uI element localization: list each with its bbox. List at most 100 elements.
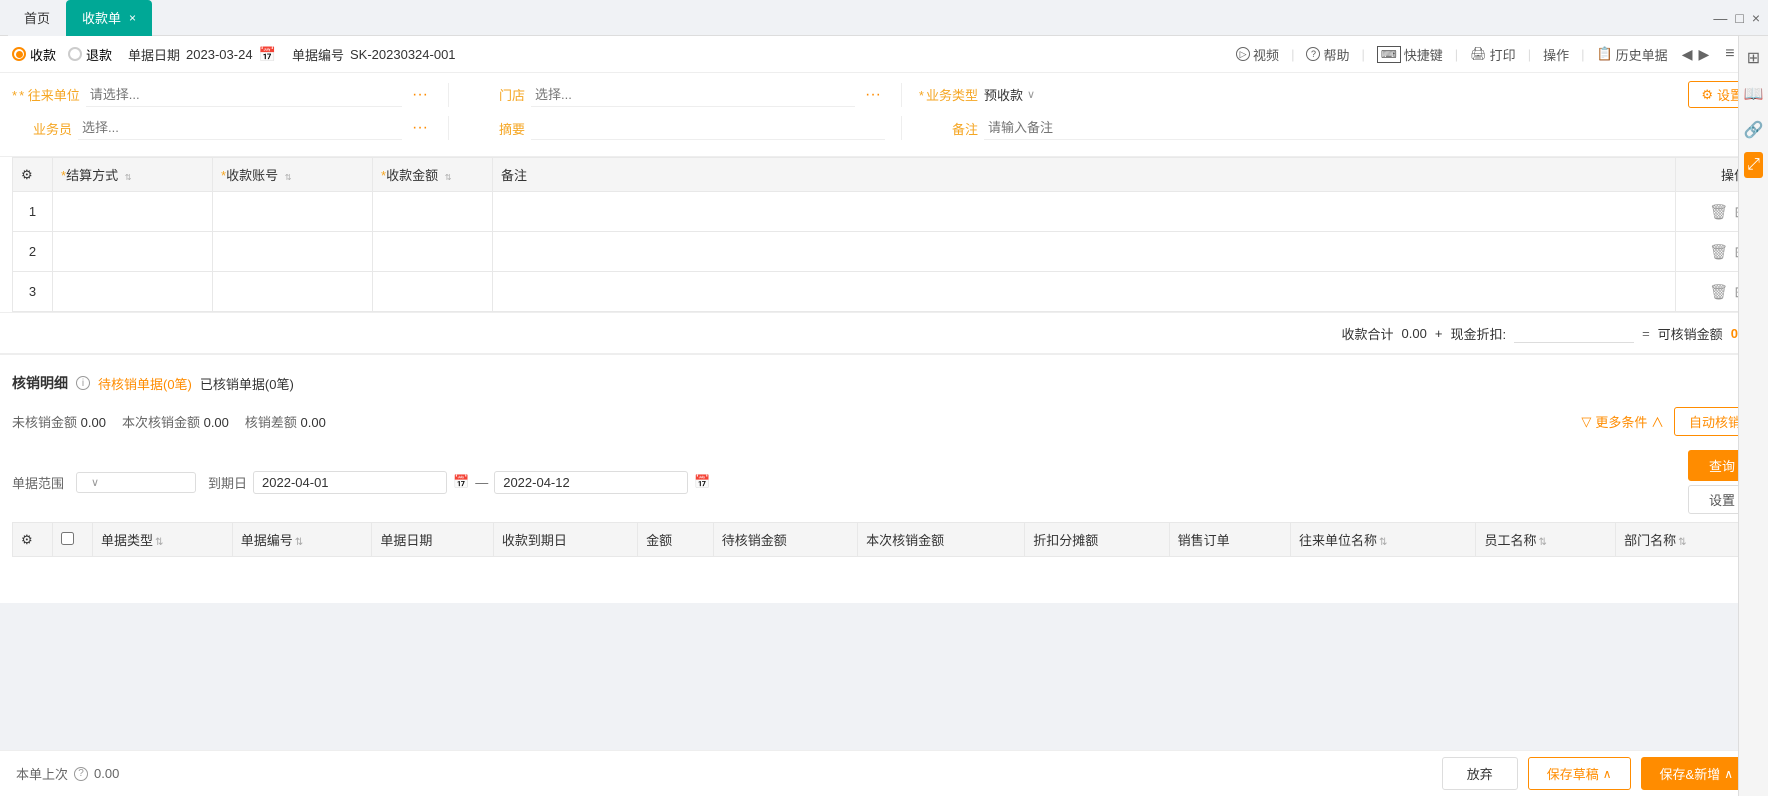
sort-counterpart-icon[interactable]: ⇅ xyxy=(1379,537,1387,548)
current-verify-value: 0.00 xyxy=(204,415,229,430)
date-range-select[interactable]: ∨ xyxy=(76,472,196,493)
tab-done[interactable]: 已核销单据(0笔) xyxy=(200,374,294,393)
date-calendar-icon[interactable]: 📅 xyxy=(259,46,276,63)
sidebar-book-icon[interactable]: 📖 xyxy=(1740,80,1768,108)
delete-row-3-btn[interactable]: 🗑 xyxy=(1709,283,1728,301)
footer-info-icon[interactable]: ? xyxy=(74,767,88,781)
sidebar-table-icon[interactable]: ⊞ xyxy=(1743,44,1764,72)
store-dots[interactable]: ··· xyxy=(861,87,885,103)
cell-amount-3[interactable] xyxy=(373,272,493,312)
th-gear[interactable]: ⚙ xyxy=(13,158,53,192)
select-all-checkbox[interactable] xyxy=(61,532,74,545)
cell-account-1[interactable] xyxy=(213,192,373,232)
close-btn[interactable]: × xyxy=(1752,10,1760,26)
date-to-calendar-icon[interactable]: 📅 xyxy=(694,474,710,490)
next-arrow[interactable]: ▶ xyxy=(1696,46,1711,63)
input-remark-2[interactable] xyxy=(493,232,1675,271)
list-view-icon[interactable]: ≡ xyxy=(1723,45,1736,63)
cell-amount-1[interactable] xyxy=(373,192,493,232)
save-draft-btn[interactable]: 保存草稿 ∧ xyxy=(1528,757,1631,790)
receipt-radio[interactable]: 收款 xyxy=(12,45,56,64)
save-new-btn[interactable]: 保存&新增 ∧ xyxy=(1641,757,1752,790)
toolbar-right: ▷ 视频 | ? 帮助 | ⌨ 快捷键 | 🖨 打印 | 操作 | xyxy=(1236,44,1756,64)
sort-settlement[interactable]: ⇅ xyxy=(125,173,132,182)
input-account-1[interactable] xyxy=(213,192,372,231)
input-amount-2[interactable] xyxy=(373,232,492,271)
history-label: 历史单据 xyxy=(1616,45,1668,64)
sort-staff-icon[interactable]: ⇅ xyxy=(1538,537,1546,548)
input-account-2[interactable] xyxy=(213,232,372,271)
counterpart-input[interactable] xyxy=(86,83,402,106)
input-account-3[interactable] xyxy=(213,272,372,311)
discount-input[interactable] xyxy=(1514,323,1634,343)
due-date-label: 到期日 xyxy=(208,473,247,492)
refund-radio[interactable]: 退款 xyxy=(68,45,112,64)
divider-3 xyxy=(448,116,449,140)
history-btn[interactable]: 📋 历史单据 xyxy=(1596,45,1667,64)
store-input[interactable] xyxy=(531,83,855,106)
sort-dept-icon[interactable]: ⇅ xyxy=(1678,537,1686,548)
verify-info-icon[interactable]: i xyxy=(76,376,90,390)
cell-account-2[interactable] xyxy=(213,232,373,272)
input-amount-3[interactable] xyxy=(373,272,492,311)
operation-btn[interactable]: 操作 xyxy=(1543,45,1569,64)
cell-remark-2[interactable] xyxy=(493,232,1676,272)
summary-input[interactable] xyxy=(531,116,885,139)
sort-doc-num-icon[interactable]: ⇅ xyxy=(295,537,303,548)
tab-close-icon[interactable]: × xyxy=(129,11,136,25)
cell-settlement-3[interactable] xyxy=(53,272,213,312)
cell-amount-2[interactable] xyxy=(373,232,493,272)
bth-gear[interactable]: ⚙ xyxy=(13,523,53,557)
remark-input[interactable] xyxy=(984,116,1756,139)
due-date-from-input[interactable] xyxy=(253,471,447,494)
counterpart-dots[interactable]: ··· xyxy=(408,87,432,103)
date-from-calendar-icon[interactable]: 📅 xyxy=(453,474,469,490)
tab-pending[interactable]: 待核销单据(0笔) xyxy=(98,374,192,393)
cell-settlement-1[interactable] xyxy=(53,192,213,232)
sort-amount[interactable]: ⇅ xyxy=(445,173,452,182)
cell-account-3[interactable] xyxy=(213,272,373,312)
toolbar: 收款 退款 单据日期 2023-03-24 📅 单据编号 SK-20230324… xyxy=(0,36,1768,73)
input-remark-3[interactable] xyxy=(493,272,1675,311)
due-date-to-input[interactable] xyxy=(494,471,688,494)
sort-account[interactable]: ⇅ xyxy=(285,173,292,182)
input-settlement-3[interactable] xyxy=(53,272,212,311)
remark-field: 备注 xyxy=(918,116,1756,140)
tab-home[interactable]: 首页 xyxy=(8,0,66,36)
verify-section: 核销明细 i 待核销单据(0笔) 已核销单据(0笔) 未核销金额 0.00 本次… xyxy=(0,363,1768,557)
cell-remark-1[interactable] xyxy=(493,192,1676,232)
maximize-btn[interactable]: □ xyxy=(1735,10,1743,26)
video-label: 视频 xyxy=(1253,45,1279,64)
sidebar-link-icon[interactable]: 🔗 xyxy=(1740,116,1768,144)
prev-arrow[interactable]: ◀ xyxy=(1680,46,1695,63)
video-btn[interactable]: ▷ 视频 xyxy=(1236,45,1279,64)
bth-checkbox[interactable] xyxy=(53,523,93,557)
available-label: 可核销金额 xyxy=(1658,324,1723,343)
business-type-select[interactable]: 预收款 ∨ xyxy=(984,85,1035,104)
more-filters-btn[interactable]: ▽ 更多条件 ∧ xyxy=(1581,412,1664,431)
print-label: 打印 xyxy=(1490,45,1516,64)
row-num-2: 2 xyxy=(13,232,53,272)
input-settlement-1[interactable] xyxy=(53,192,212,231)
input-remark-1[interactable] xyxy=(493,192,1675,231)
cell-settlement-2[interactable] xyxy=(53,232,213,272)
help-btn[interactable]: ? 帮助 xyxy=(1306,45,1349,64)
print-btn[interactable]: 🖨 打印 xyxy=(1470,45,1516,64)
cell-remark-3[interactable] xyxy=(493,272,1676,312)
delete-row-1-btn[interactable]: 🗑 xyxy=(1709,203,1728,221)
bth-current: 本次核销金额 xyxy=(858,523,1025,557)
input-settlement-2[interactable] xyxy=(53,232,212,271)
number-field: 单据编号 SK-20230324-001 xyxy=(292,45,456,64)
staff-input[interactable] xyxy=(78,116,402,139)
minimize-btn[interactable]: — xyxy=(1713,10,1727,26)
input-amount-1[interactable] xyxy=(373,192,492,231)
th-remark: 备注 xyxy=(493,158,1676,192)
shortcut-btn[interactable]: ⌨ 快捷键 xyxy=(1377,45,1443,64)
sidebar-expand-icon[interactable]: ⤢ xyxy=(1744,152,1763,178)
discard-btn[interactable]: 放弃 xyxy=(1442,757,1518,790)
delete-row-2-btn[interactable]: 🗑 xyxy=(1709,243,1728,261)
staff-dots[interactable]: ··· xyxy=(408,120,432,136)
tab-receipt[interactable]: 收款单 × xyxy=(66,0,152,36)
business-type-dropdown-icon[interactable]: ∨ xyxy=(1027,88,1035,101)
sort-doc-type-icon[interactable]: ⇅ xyxy=(155,537,163,548)
